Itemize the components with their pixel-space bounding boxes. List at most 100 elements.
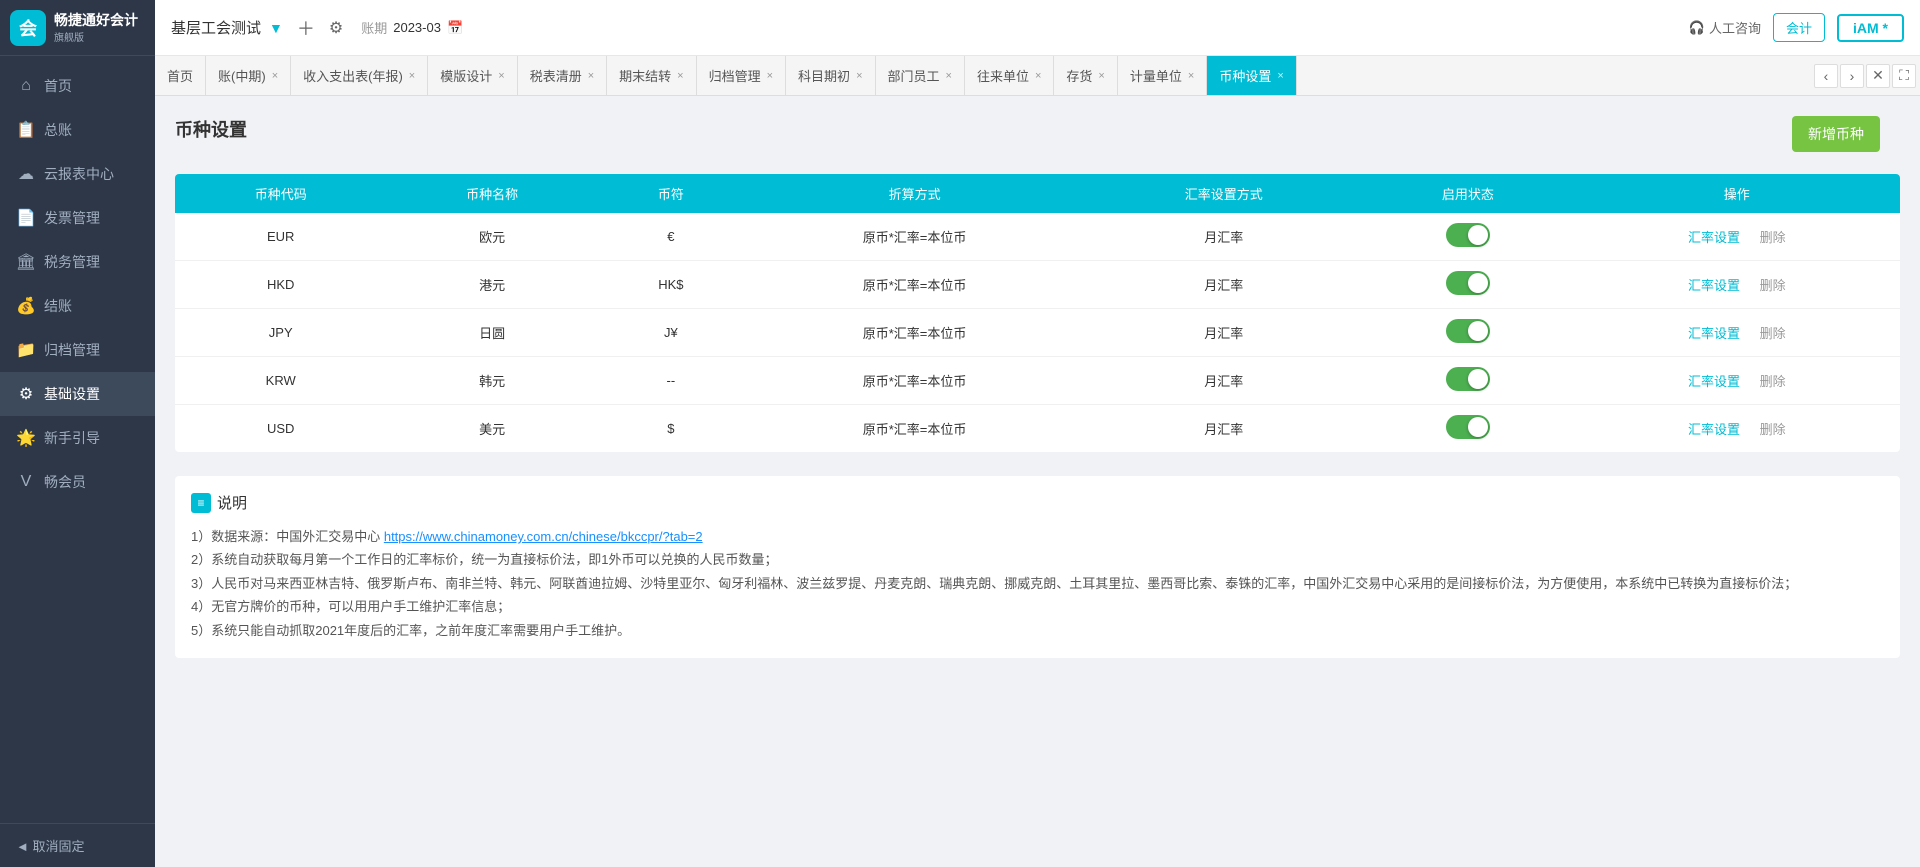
tab-首页[interactable]: 首页: [155, 56, 206, 96]
enable-toggle[interactable]: [1446, 319, 1490, 343]
tab-close-icon[interactable]: ×: [677, 70, 683, 82]
sidebar-item-tax[interactable]: 🏛 税务管理: [0, 240, 155, 284]
tab-close-all-button[interactable]: ✕: [1866, 64, 1890, 88]
sidebar-item-archive[interactable]: 📁 归档管理: [0, 328, 155, 372]
toggle-thumb: [1468, 321, 1488, 341]
action-cell: 汇率设置 删除: [1574, 357, 1900, 405]
col-币种名称: 币种名称: [386, 174, 597, 213]
add-company-button[interactable]: ＋: [291, 13, 321, 43]
sidebar-item-label: 云报表中心: [44, 164, 114, 184]
enable-toggle[interactable]: [1446, 223, 1490, 247]
action-cell: 汇率设置 删除: [1574, 309, 1900, 357]
rate-settings-link[interactable]: 汇率设置: [1688, 326, 1740, 341]
period-value[interactable]: 2023-03: [393, 20, 441, 35]
tab-close-icon[interactable]: ×: [1098, 70, 1104, 82]
tab-部门员工[interactable]: 部门员工×: [876, 56, 965, 96]
rate-method: 月汇率: [1085, 357, 1362, 405]
tab-归档管理[interactable]: 归档管理×: [697, 56, 786, 96]
tab-存货[interactable]: 存货×: [1054, 56, 1117, 96]
currency-name: 港元: [386, 261, 597, 309]
tab-close-icon[interactable]: ×: [1188, 70, 1194, 82]
calendar-icon[interactable]: 📅: [447, 20, 463, 36]
delete-link[interactable]: 删除: [1760, 230, 1786, 245]
tab-计量单位[interactable]: 计量单位×: [1118, 56, 1207, 96]
tab-prev-button[interactable]: ‹: [1814, 64, 1838, 88]
action-cell: 汇率设置 删除: [1574, 405, 1900, 453]
tab-科目期初[interactable]: 科目期初×: [786, 56, 875, 96]
settle-icon: 💰: [16, 296, 36, 316]
toggle-cell: [1362, 405, 1573, 453]
delete-link[interactable]: 删除: [1760, 326, 1786, 341]
rate-settings-link[interactable]: 汇率设置: [1688, 230, 1740, 245]
tab-label: 首页: [167, 66, 193, 85]
tab-收入支出表(年报)[interactable]: 收入支出表(年报)×: [291, 56, 428, 96]
enable-toggle[interactable]: [1446, 415, 1490, 439]
toggle-cell: [1362, 213, 1573, 261]
sidebar-item-settle[interactable]: 💰 结账: [0, 284, 155, 328]
tab-close-icon[interactable]: ×: [1277, 70, 1283, 82]
tab-close-icon[interactable]: ×: [946, 70, 952, 82]
tab-币种设置[interactable]: 币种设置×: [1207, 56, 1296, 96]
tab-next-button[interactable]: ›: [1840, 64, 1864, 88]
tab-fullscreen-button[interactable]: ⛶: [1892, 64, 1916, 88]
sidebar-item-member[interactable]: V 畅会员: [0, 460, 155, 504]
rate-settings-link[interactable]: 汇率设置: [1688, 374, 1740, 389]
currency-symbol: J¥: [598, 309, 744, 357]
content-area: 币种设置 新增币种 币种代码币种名称币符折算方式汇率设置方式启用状态操作 EUR…: [155, 96, 1920, 867]
account-button[interactable]: 会计: [1773, 13, 1825, 42]
tab-close-icon[interactable]: ×: [409, 70, 415, 82]
col-启用状态: 启用状态: [1362, 174, 1573, 213]
company-dropdown-icon[interactable]: ▼: [269, 20, 283, 36]
delete-link[interactable]: 删除: [1760, 278, 1786, 293]
tab-模版设计[interactable]: 模版设计×: [428, 56, 517, 96]
new-currency-button[interactable]: 新增币种: [1792, 116, 1880, 152]
enable-toggle[interactable]: [1446, 271, 1490, 295]
toggle-track: [1446, 415, 1490, 439]
tab-close-icon[interactable]: ×: [272, 70, 278, 82]
sidebar-pin-toggle[interactable]: ◄ 取消固定: [0, 823, 155, 867]
tax-icon: 🏛: [16, 252, 36, 272]
col-币种代码: 币种代码: [175, 174, 386, 213]
sidebar-item-ledger[interactable]: 📋 总账: [0, 108, 155, 152]
currency-code: USD: [175, 405, 386, 453]
tab-close-icon[interactable]: ×: [856, 70, 862, 82]
notes-item: 3）人民币对马来西亚林吉特、俄罗斯卢布、南非兰特、韩元、阿联酋迪拉姆、沙特里亚尔…: [191, 572, 1884, 595]
tab-往来单位[interactable]: 往来单位×: [965, 56, 1054, 96]
rate-settings-link[interactable]: 汇率设置: [1688, 278, 1740, 293]
sidebar-item-invoice[interactable]: 📄 发票管理: [0, 196, 155, 240]
external-link[interactable]: https://www.chinamoney.com.cn/chinese/bk…: [384, 529, 703, 544]
tab-close-icon[interactable]: ×: [1035, 70, 1041, 82]
rate-settings-link[interactable]: 汇率设置: [1688, 422, 1740, 437]
sidebar-item-guide[interactable]: 🌟 新手引导: [0, 416, 155, 460]
tab-close-icon[interactable]: ×: [498, 70, 504, 82]
settings-icon: ⚙: [16, 384, 36, 404]
rate-method: 月汇率: [1085, 261, 1362, 309]
settings-icon[interactable]: ⚙: [329, 18, 343, 38]
main-area: 基层工会测试 ▼ ＋ ⚙ 账期 2023-03 📅 🎧 人工咨询 会计 iAM …: [155, 0, 1920, 867]
iamstar-button[interactable]: iAM *: [1837, 14, 1904, 42]
tab-close-icon[interactable]: ×: [588, 70, 594, 82]
sidebar-item-label: 发票管理: [44, 208, 100, 228]
table-row: EUR欧元€原币*汇率=本位币月汇率 汇率设置 删除: [175, 213, 1900, 261]
action-cell: 汇率设置 删除: [1574, 213, 1900, 261]
toggle-thumb: [1468, 417, 1488, 437]
delete-link[interactable]: 删除: [1760, 422, 1786, 437]
tab-label: 期末结转: [619, 66, 671, 85]
sidebar-item-report[interactable]: ☁ 云报表中心: [0, 152, 155, 196]
tab-close-icon[interactable]: ×: [767, 70, 773, 82]
currency-code: JPY: [175, 309, 386, 357]
action-cell: 汇率设置 删除: [1574, 261, 1900, 309]
sidebar-item-home[interactable]: ⌂ 首页: [0, 64, 155, 108]
period-selector: 账期 2023-03 📅: [361, 18, 463, 37]
tab-期末结转[interactable]: 期末结转 ×: [607, 56, 696, 96]
enable-toggle[interactable]: [1446, 367, 1490, 391]
app-sub: 旗舰版: [54, 29, 138, 44]
tab-账(中期)[interactable]: 账(中期)×: [206, 56, 291, 96]
sidebar-item-label: 基础设置: [44, 384, 100, 404]
tab-税表清册[interactable]: 税表清册×: [518, 56, 607, 96]
sidebar-item-settings[interactable]: ⚙ 基础设置: [0, 372, 155, 416]
delete-link[interactable]: 删除: [1760, 374, 1786, 389]
customer-service-button[interactable]: 🎧 人工咨询: [1689, 18, 1761, 37]
col-操作: 操作: [1574, 174, 1900, 213]
toggle-thumb: [1468, 369, 1488, 389]
